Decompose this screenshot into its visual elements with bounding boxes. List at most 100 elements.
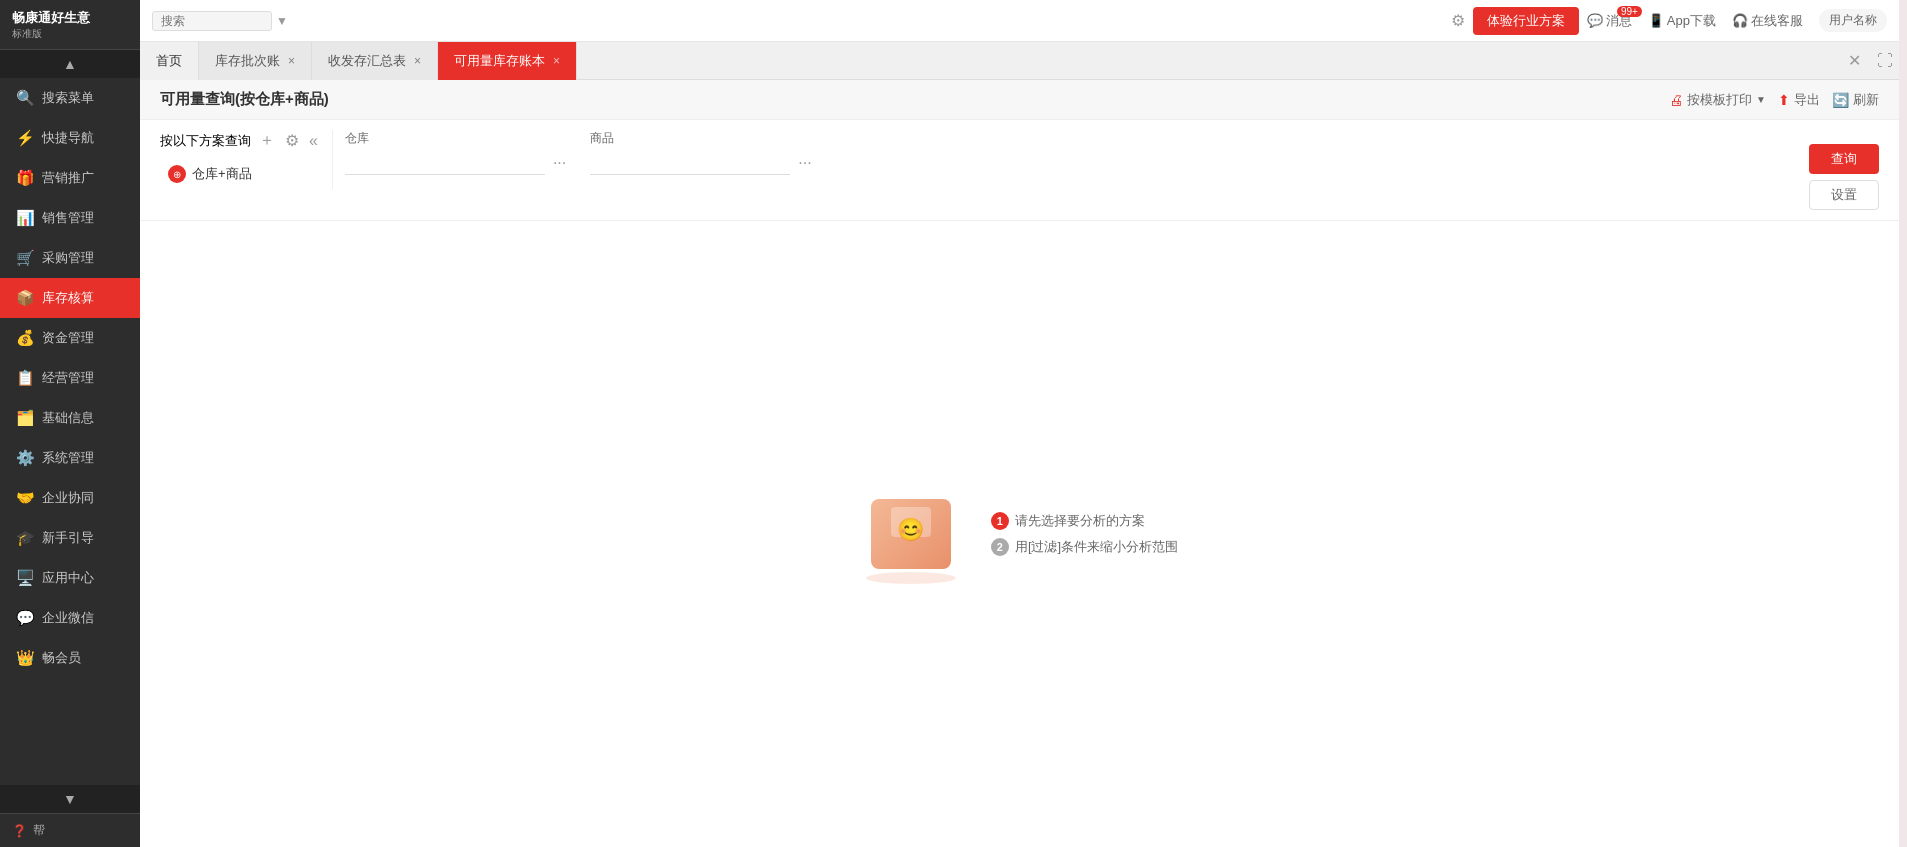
inventory-icon: 📦 — [16, 289, 34, 307]
sidebar-item-sales[interactable]: 📊销售管理 — [0, 198, 140, 238]
expand-tabs-btn[interactable]: ⛶ — [1871, 52, 1899, 70]
sidebar-item-system[interactable]: ⚙️系统管理 — [0, 438, 140, 478]
sidebar-item-enterprise-wechat[interactable]: 💬 企业微信 — [0, 598, 140, 638]
help-icon: ❓ — [12, 824, 27, 838]
sidebar-nav: 🔍搜索菜单⚡快捷导航🎁营销推广📊销售管理🛒采购管理📦库存核算 💰 资金管理 📋经营管理… — [0, 78, 140, 785]
industry-btn[interactable]: 体验行业方案 — [1473, 7, 1579, 35]
sidebar-item-quick-nav[interactable]: ⚡快捷导航 — [0, 118, 140, 158]
app-center-icon: 🖥️ — [16, 569, 34, 587]
sidebar-label-newbie: 新手引导 — [42, 529, 94, 547]
filter-scheme-panel: 按以下方案查询 ＋ ⚙ « ⊕ 仓库+商品 — [160, 130, 333, 189]
product-more-btn[interactable]: ··· — [794, 152, 815, 174]
sidebar-item-basic-info[interactable]: 🗂️基础信息 — [0, 398, 140, 438]
tab-collect-summary[interactable]: 收发存汇总表× — [312, 42, 438, 80]
warehouse-label: 仓库 — [345, 130, 570, 147]
message-badge: 99+ — [1617, 6, 1642, 17]
sidebar-label-operations: 经营管理 — [42, 369, 94, 387]
sidebar-label-vip: 畅会员 — [42, 649, 81, 667]
hint-text-1: 请先选择要分析的方案 — [1015, 512, 1145, 530]
tab-available-inventory[interactable]: 可用量库存账本 × — [438, 42, 577, 80]
tab-home[interactable]: 首页 — [140, 42, 199, 80]
tab-close-available-inventory[interactable]: × — [553, 54, 560, 68]
sidebar-help-btn[interactable]: ❓ 帮 — [0, 813, 140, 847]
search-icon: 🔍 — [16, 89, 34, 107]
sidebar-item-app-center[interactable]: 🖥️ 应用中心 — [0, 558, 140, 598]
sidebar-label-finance: 资金管理 — [42, 329, 94, 347]
sidebar-label-system: 系统管理 — [42, 449, 94, 467]
newbie-icon: 🎓 — [16, 529, 34, 547]
tab-batch-account[interactable]: 库存批次账× — [199, 42, 312, 80]
enterprise-wechat-icon: 💬 — [16, 609, 34, 627]
close-all-tabs-btn[interactable]: ✕ — [1838, 51, 1871, 70]
breadcrumb: ▼ — [152, 11, 1443, 31]
breadcrumb-search-input[interactable] — [152, 11, 272, 31]
print-dropdown-icon: ▼ — [1756, 94, 1766, 105]
product-input[interactable] — [590, 151, 790, 175]
tab-label-available-inventory: 可用量库存账本 — [454, 52, 545, 70]
filter-scheme-title: 按以下方案查询 — [160, 132, 251, 150]
page-header-actions: 🖨 按模板打印 ▼ ⬆ 导出 🔄 刷新 — [1669, 91, 1879, 109]
sidebar-logo: 畅康通好生意 标准版 — [0, 0, 140, 50]
filter-field-product: 商品 ··· — [590, 130, 815, 175]
filter-scheme-header: 按以下方案查询 ＋ ⚙ « — [160, 130, 320, 151]
service-btn[interactable]: 🎧 在线客服 — [1732, 12, 1803, 30]
sidebar-label-cooperation: 企业协同 — [42, 489, 94, 507]
finance-icon: 💰 — [16, 329, 34, 347]
hint-num-1: 1 — [991, 512, 1009, 530]
sidebar-logo-title: 畅康通好生意 — [12, 10, 128, 27]
sidebar-item-inventory[interactable]: 📦库存核算 — [0, 278, 140, 318]
sidebar-scroll-up[interactable]: ▲ — [0, 50, 140, 78]
warehouse-input-row: ··· — [345, 151, 570, 175]
marketing-icon: 🎁 — [16, 169, 34, 187]
sidebar-item-marketing[interactable]: 🎁营销推广 — [0, 158, 140, 198]
message-btn[interactable]: 💬 消息 99+ — [1587, 12, 1632, 30]
scheme-warehouse-product[interactable]: ⊕ 仓库+商品 — [160, 159, 320, 189]
sidebar: 畅康通好生意 标准版 ▲ 🔍搜索菜单⚡快捷导航🎁营销推广📊销售管理🛒采购管理📦库… — [0, 0, 140, 847]
sidebar-scroll-down[interactable]: ▼ — [0, 785, 140, 813]
app-download-btn[interactable]: 📱 App下载 — [1648, 12, 1716, 30]
refresh-btn[interactable]: 🔄 刷新 — [1832, 91, 1879, 109]
purchase-icon: 🛒 — [16, 249, 34, 267]
sidebar-item-finance[interactable]: 💰 资金管理 — [0, 318, 140, 358]
sidebar-item-operations[interactable]: 📋经营管理 — [0, 358, 140, 398]
user-avatar: 用户名称 — [1829, 13, 1877, 27]
refresh-icon: 🔄 — [1832, 92, 1849, 108]
settings-gear-icon[interactable]: ⚙ — [1451, 11, 1465, 30]
headset-icon: 🎧 — [1732, 13, 1748, 28]
empty-hint-1: 1 请先选择要分析的方案 — [991, 512, 1178, 530]
sidebar-label-app-center: 应用中心 — [42, 569, 94, 587]
empty-illustration — [861, 484, 961, 584]
content-area: 可用量查询(按仓库+商品) 🖨 按模板打印 ▼ ⬆ 导出 🔄 刷新 — [140, 80, 1899, 847]
scheme-icon: ⊕ — [168, 165, 186, 183]
quick-nav-icon: ⚡ — [16, 129, 34, 147]
user-menu-btn[interactable]: 用户名称 — [1819, 9, 1887, 32]
filter-actions: 查询 设置 — [1809, 144, 1879, 210]
query-btn[interactable]: 查询 — [1809, 144, 1879, 174]
collapse-filter-btn[interactable]: « — [307, 132, 320, 150]
empty-state: 1 请先选择要分析的方案 2 用[过滤]条件来缩小分析范围 — [140, 221, 1899, 847]
export-icon: ⬆ — [1778, 92, 1790, 108]
scheme-label: 仓库+商品 — [192, 165, 252, 183]
tab-close-batch-account[interactable]: × — [288, 54, 295, 68]
topbar: ▼ ⚙ 体验行业方案 💬 消息 99+ 📱 App下载 🎧 在线客服 用户名称 — [140, 0, 1899, 42]
topbar-right: 💬 消息 99+ 📱 App下载 🎧 在线客服 用户名称 — [1587, 9, 1887, 32]
sidebar-item-purchase[interactable]: 🛒采购管理 — [0, 238, 140, 278]
sidebar-item-cooperation[interactable]: 🤝企业协同 — [0, 478, 140, 518]
sidebar-label-enterprise-wechat: 企业微信 — [42, 609, 94, 627]
warehouse-more-btn[interactable]: ··· — [549, 152, 570, 174]
print-template-btn[interactable]: 🖨 按模板打印 ▼ — [1669, 91, 1766, 109]
message-icon: 💬 — [1587, 13, 1603, 28]
sidebar-item-vip[interactable]: 👑畅会员 — [0, 638, 140, 678]
dropdown-icon[interactable]: ▼ — [276, 14, 288, 28]
export-btn[interactable]: ⬆ 导出 — [1778, 91, 1820, 109]
sidebar-item-search[interactable]: 🔍搜索菜单 — [0, 78, 140, 118]
add-scheme-btn[interactable]: ＋ — [257, 130, 277, 151]
sidebar-item-newbie[interactable]: 🎓 新手引导 — [0, 518, 140, 558]
manage-scheme-btn[interactable]: ⚙ — [283, 131, 301, 150]
tab-close-collect-summary[interactable]: × — [414, 54, 421, 68]
warehouse-input[interactable] — [345, 151, 545, 175]
print-icon: 🖨 — [1669, 92, 1683, 108]
basic-info-icon: 🗂️ — [16, 409, 34, 427]
main-area: ▼ ⚙ 体验行业方案 💬 消息 99+ 📱 App下载 🎧 在线客服 用户名称 — [140, 0, 1899, 847]
filter-settings-btn[interactable]: 设置 — [1809, 180, 1879, 210]
